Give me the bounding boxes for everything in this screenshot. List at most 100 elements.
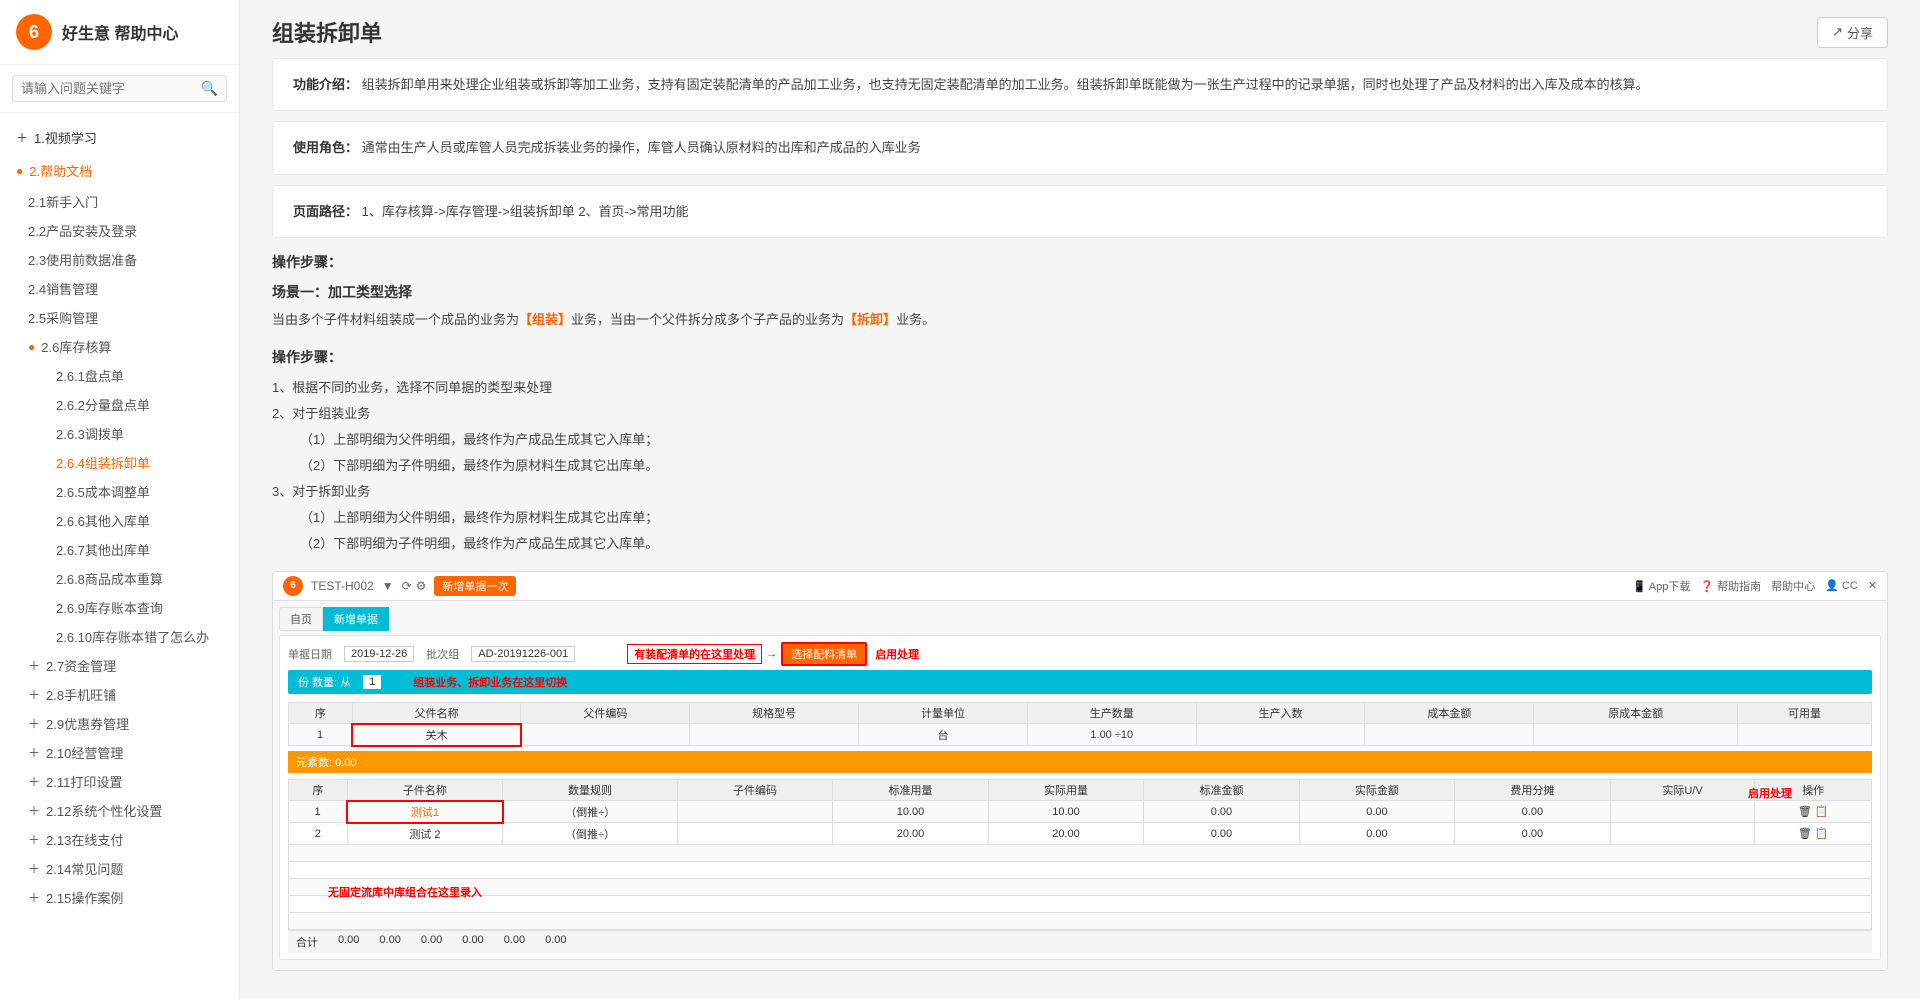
ss-body: 自页 新增单据 单据日期 2019-12-26 批次组 AD-20191226-…	[273, 601, 1887, 970]
table-row	[289, 912, 1872, 929]
sidebar-item-onlinepay[interactable]: ＋ 2.13在线支付	[28, 825, 239, 854]
ss-sub-th-4: 标准用量	[833, 779, 988, 801]
sidebar-item-otherout[interactable]: 2.6.7其他出库单	[56, 535, 239, 564]
sidebar-item-stockcheck[interactable]: 2.6.9库存账本查询	[56, 593, 239, 622]
ss-annotation5: 无固定流库中库组合在这里录入	[328, 884, 482, 900]
ss-count-label: 份 数量: 从	[298, 674, 351, 690]
sidebar-item-video[interactable]: ＋ 1.视频学习	[0, 121, 239, 154]
ss-sub-th-8: 费用分摊	[1455, 779, 1610, 801]
plus-icon-finance: ＋	[28, 657, 40, 674]
sidebar-item-stocktake[interactable]: 2.6.1盘点单	[56, 361, 239, 390]
plus-icon-print: ＋	[28, 773, 40, 790]
sidebar-item-data[interactable]: 2.3使用前数据准备	[28, 245, 239, 274]
ss-td-qty1: 1.00 ÷10	[1027, 724, 1196, 746]
sidebar-item-assembly[interactable]: 2.6.4组装拆卸单	[56, 448, 239, 477]
sidebar-item-otherin[interactable]: 2.6.6其他入库单	[56, 506, 239, 535]
sidebar-item-partial[interactable]: 2.6.2分量盘点单	[56, 390, 239, 419]
sidebar-item-coupon[interactable]: ＋ 2.9优惠券管理	[28, 709, 239, 738]
nav-sub-docs: 2.1新手入门 2.2产品安装及登录 2.3使用前数据准备 2.4销售管理 2.…	[0, 187, 239, 912]
ss-logo: 6	[283, 576, 303, 596]
ss-sub-op-2[interactable]: 🗑 📋	[1755, 823, 1872, 845]
ss-td-qty2	[1196, 724, 1365, 746]
ss-td-name[interactable]: 关木	[352, 724, 521, 746]
ss-td-spec	[690, 724, 859, 746]
sidebar-item-mobile[interactable]: ＋ 2.8手机旺铺	[28, 680, 239, 709]
search-area: 🔍	[0, 65, 239, 113]
ss-total-6: 0.00	[545, 934, 566, 950]
path-block: 页面路径： 1、库存核算->库存管理->组装拆卸单 2、首页->常用功能	[272, 185, 1888, 238]
sidebar-item-stockerror[interactable]: 2.6.10库存账本错了怎么办	[56, 622, 239, 651]
table-row: 1 关木 台 1.00 ÷10	[289, 724, 1872, 746]
ss-sub-std-2: 20.00	[833, 823, 988, 845]
sidebar-item-goodscost[interactable]: 2.6.8商品成本重算	[56, 564, 239, 593]
table-row	[289, 861, 1872, 878]
ss-annotation4: 组装业务、拆卸业务在这里切换	[413, 674, 567, 690]
operation-steps-title2: 操作步骤：	[272, 347, 1888, 367]
sidebar-item-finance[interactable]: ＋ 2.7资金管理	[28, 651, 239, 680]
steps-block: 1、根据不同的业务，选择不同单据的类型来处理 2、对于组装业务 （1）上部明细为…	[272, 375, 1888, 557]
ss-new-bill-btn[interactable]: 新增单据一次	[434, 576, 516, 596]
ss-date-input[interactable]: 2019-12-26	[344, 646, 414, 662]
ss-tab-list[interactable]: 自页	[279, 607, 323, 631]
sidebar-item-cases[interactable]: ＋ 2.15操作案例	[28, 883, 239, 912]
top-bar: 组装拆卸单 ↗ 分享	[240, 0, 1920, 58]
sidebar-item-inventory[interactable]: ● 2.6库存核算	[28, 332, 239, 361]
search-box: 🔍	[12, 75, 227, 102]
ss-sub-seq-2: 2	[289, 823, 348, 845]
sidebar-item-install[interactable]: 2.2产品安装及登录	[28, 216, 239, 245]
plus-icon-cases: ＋	[28, 889, 40, 906]
ss-count-input[interactable]: 1	[363, 675, 381, 689]
ss-form-area: 单据日期 2019-12-26 批次组 AD-20191226-001 有装配清…	[279, 635, 1881, 960]
ss-th-0: 序	[289, 702, 353, 724]
sidebar-item-docs[interactable]: ● 2.帮助文档	[0, 154, 239, 187]
ss-sub-th-0: 序	[289, 779, 348, 801]
ss-sub-seq-1: 1	[289, 801, 348, 823]
table-row	[289, 844, 1872, 861]
search-icon[interactable]: 🔍	[201, 80, 218, 97]
ss-sub-op-1[interactable]: 🗑 📋	[1755, 801, 1872, 823]
ss-th-7: 成本金额	[1365, 702, 1534, 724]
ss-upper-table-wrap: 序 父件名称 父件编码 规格型号 计量单位 生产数量 生产入数 成本金额 原成本…	[288, 698, 1872, 747]
role-text: 通常由生产人员或库管人员完成拆装业务的操作，库管人员确认原材料的出库和产成品的入…	[362, 140, 921, 155]
ss-sub-th-2: 数量规则	[503, 779, 678, 801]
sidebar-item-cost[interactable]: 2.6.5成本调整单	[56, 477, 239, 506]
role-label: 使用角色：	[293, 140, 358, 155]
ss-form-label-date: 单据日期	[288, 646, 332, 662]
sidebar: 6 好生意 帮助中心 🔍 ＋ 1.视频学习 ● 2.帮助文档 2.1新手入门 2…	[0, 0, 240, 999]
sidebar-item-custom[interactable]: ＋ 2.12系统个性化设置	[28, 796, 239, 825]
search-input[interactable]	[21, 81, 201, 96]
step-3-2: （2）下部明细为子件明细，最终作为产成品生成其它入库单。	[272, 531, 1888, 557]
ss-sub-actamt-1: 0.00	[1299, 801, 1454, 823]
ss-tabs-row: 自页 新增单据	[279, 607, 1881, 631]
ss-lower-table: 序 子件名称 数量规则 子件编码 标准用量 实际用量 标准金额 实际金额 费用分…	[288, 779, 1872, 930]
ss-titlebar-left: 6 TEST-H002 ▼ ⟳ ⚙ 新增单据一次	[283, 576, 516, 596]
ss-annotation2-btn[interactable]: 选择配料清单	[781, 642, 867, 666]
ss-dropdown-icon: ▼	[382, 579, 394, 593]
ss-titlebar-right: 📱 App下载 ❓ 帮助指南 帮助中心 👤 CC ✕	[1633, 578, 1877, 594]
sidebar-item-print[interactable]: ＋ 2.11打印设置	[28, 767, 239, 796]
ss-td-avail	[1738, 724, 1872, 746]
ss-sub-uv-1	[1610, 801, 1755, 823]
ss-th-2: 父件编码	[521, 702, 690, 724]
sidebar-item-purchase[interactable]: 2.5采购管理	[28, 303, 239, 332]
sidebar-item-faq[interactable]: ＋ 2.14常见问题	[28, 854, 239, 883]
function-intro-block: 功能介绍： 组装拆卸单用来处理企业组装或拆卸等加工业务，支持有固定装配清单的产品…	[272, 58, 1888, 111]
sidebar-item-adjust[interactable]: 2.6.3调拨单	[56, 419, 239, 448]
function-intro-text: 组装拆卸单用来处理企业组装或拆卸等加工业务，支持有固定装配清单的产品加工业务，也…	[362, 77, 1649, 92]
ss-annotation1-area: 有装配清单的在这里处理 → 选择配料清单 启用处理	[587, 642, 919, 666]
ss-sub-name-1: 测试1	[347, 801, 502, 823]
ss-close-icon[interactable]: ✕	[1868, 579, 1877, 592]
sidebar-item-new[interactable]: 2.1新手入门	[28, 187, 239, 216]
ss-tab-new[interactable]: 新增单据	[323, 607, 389, 631]
ss-td-code	[521, 724, 690, 746]
share-button[interactable]: ↗ 分享	[1817, 17, 1888, 48]
ss-batch-input[interactable]: AD-20191226-001	[471, 646, 575, 662]
sidebar-item-sales[interactable]: 2.4销售管理	[28, 274, 239, 303]
nav-sub-inventory: 2.6.1盘点单 2.6.2分量盘点单 2.6.3调拨单 2.6.4组装拆卸单 …	[28, 361, 239, 651]
ss-annotation3b: 启用处理	[1748, 785, 1792, 801]
ss-th-4: 计量单位	[859, 702, 1028, 724]
ss-sub-alloc-2: 0.00	[1455, 823, 1610, 845]
table-row	[289, 895, 1872, 912]
logo-area: 6 好生意 帮助中心	[0, 0, 239, 65]
sidebar-item-operation[interactable]: ＋ 2.10经营管理	[28, 738, 239, 767]
